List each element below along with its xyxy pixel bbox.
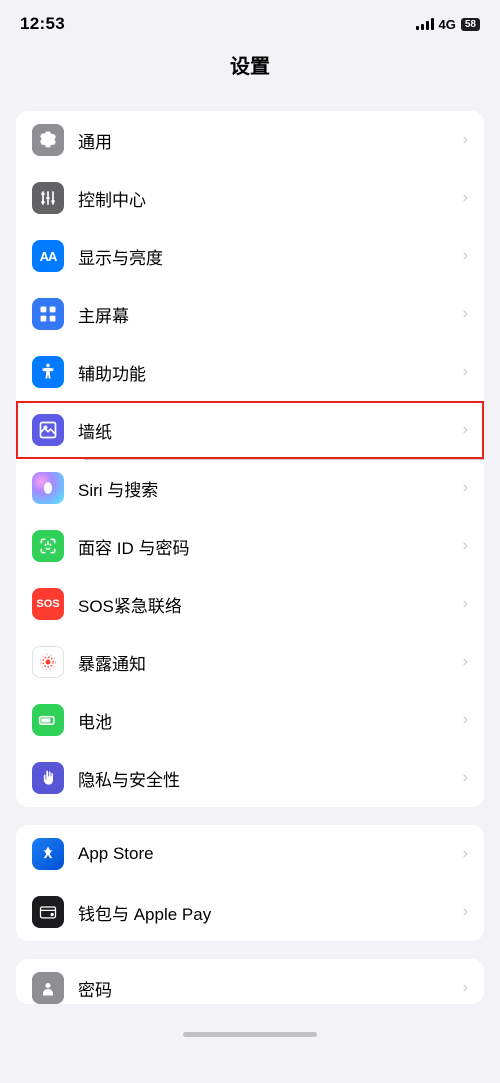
chevron-icon: ›	[463, 845, 468, 863]
sliders-icon	[32, 182, 64, 214]
status-time: 12:53	[20, 14, 65, 34]
chevron-icon: ›	[463, 421, 468, 439]
chevron-icon: ›	[463, 363, 468, 381]
chevron-icon: ›	[463, 711, 468, 729]
chevron-icon: ›	[463, 595, 468, 613]
wallet-icon	[32, 896, 64, 928]
settings-item-mima[interactable]: 密码 ›	[16, 959, 484, 1004]
item-label-dianche: 电池	[78, 708, 463, 733]
settings-item-kongzhi[interactable]: 控制中心 ›	[16, 169, 484, 227]
settings-item-zhupingmu[interactable]: 主屏幕 ›	[16, 285, 484, 343]
item-label-baolu: 暴露通知	[78, 650, 463, 675]
page-title-bar: 设置	[0, 42, 500, 93]
settings-group-1: 通用 › 控制中心 › AA 显示与亮度 ›	[16, 111, 484, 807]
settings-item-faceid[interactable]: 面容 ID 与密码 ›	[16, 517, 484, 575]
status-bar: 12:53 4G 58	[0, 0, 500, 42]
network-type: 4G	[439, 17, 456, 32]
settings-item-fuzhu[interactable]: 辅助功能 ›	[16, 343, 484, 401]
page-title: 设置	[230, 56, 270, 78]
settings-group-2: App Store › 钱包与 Apple Pay ›	[16, 825, 484, 941]
item-label-zhupingmu: 主屏幕	[78, 302, 463, 327]
chevron-icon: ›	[463, 537, 468, 555]
item-label-kongzhi: 控制中心	[78, 186, 463, 211]
aa-icon: AA	[32, 240, 64, 272]
appstore-icon	[32, 838, 64, 870]
settings-group-3: 密码 ›	[16, 959, 484, 1004]
item-label-mima: 密码	[78, 976, 463, 1001]
wallpaper-icon	[32, 414, 64, 446]
item-label-siri: Siri 与搜索	[78, 476, 463, 501]
settings-item-appstore[interactable]: App Store ›	[16, 825, 484, 883]
settings-item-wallet[interactable]: 钱包与 Apple Pay ›	[16, 883, 484, 941]
exposure-icon	[32, 646, 64, 678]
status-icons: 4G 58	[416, 17, 480, 32]
sos-icon: SOS	[32, 588, 64, 620]
settings-item-dianche[interactable]: 电池 ›	[16, 691, 484, 749]
item-label-appstore: App Store	[78, 844, 463, 864]
chevron-icon: ›	[463, 979, 468, 997]
chevron-icon: ›	[463, 189, 468, 207]
item-label-yinsi: 隐私与安全性	[78, 766, 463, 791]
item-label-faceid: 面容 ID 与密码	[78, 534, 463, 559]
signal-icon	[416, 18, 434, 30]
chevron-icon: ›	[463, 769, 468, 787]
chevron-icon: ›	[463, 903, 468, 921]
settings-item-siri[interactable]: Siri 与搜索 ›	[16, 459, 484, 517]
home-indicator	[0, 1020, 500, 1045]
chevron-icon: ›	[463, 479, 468, 497]
battery-badge: 58	[461, 18, 480, 31]
hand-icon	[32, 762, 64, 794]
item-label-qiangzhi: 墙纸	[78, 418, 463, 443]
item-label-tongyong: 通用	[78, 128, 463, 153]
settings-item-xianshi[interactable]: AA 显示与亮度 ›	[16, 227, 484, 285]
settings-item-baolu[interactable]: 暴露通知 ›	[16, 633, 484, 691]
chevron-icon: ›	[463, 305, 468, 323]
settings-item-tongyong[interactable]: 通用 ›	[16, 111, 484, 169]
item-label-fuzhu: 辅助功能	[78, 360, 463, 385]
siri-icon	[32, 472, 64, 504]
item-label-xianshi: 显示与亮度	[78, 244, 463, 269]
accessibility-icon	[32, 356, 64, 388]
faceid-icon	[32, 530, 64, 562]
item-label-wallet: 钱包与 Apple Pay	[78, 900, 463, 925]
item-label-sos: SOS紧急联络	[78, 592, 463, 617]
chevron-icon: ›	[463, 131, 468, 149]
chevron-icon: ›	[463, 653, 468, 671]
home-bar	[183, 1032, 317, 1037]
battery-icon	[32, 704, 64, 736]
gear-icon	[32, 124, 64, 156]
settings-item-yinsi[interactable]: 隐私与安全性 ›	[16, 749, 484, 807]
settings-item-sos[interactable]: SOS SOS紧急联络 ›	[16, 575, 484, 633]
settings-item-qiangzhi[interactable]: 墙纸 ›	[16, 401, 484, 459]
partial-icon	[32, 972, 64, 1004]
grid-icon	[32, 298, 64, 330]
chevron-icon: ›	[463, 247, 468, 265]
